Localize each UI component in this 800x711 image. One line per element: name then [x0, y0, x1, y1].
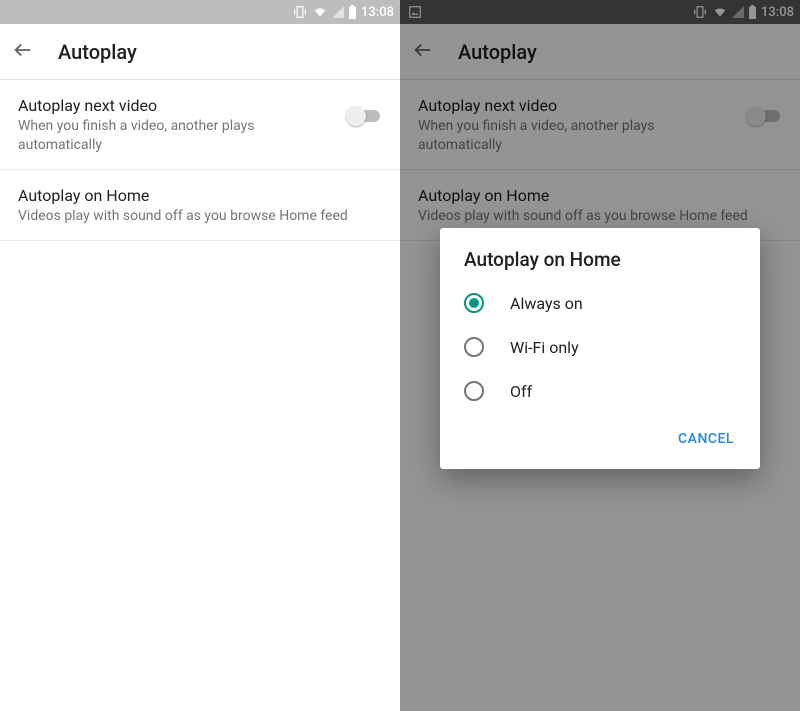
radio-icon [464, 337, 484, 357]
clock: 13:08 [361, 5, 394, 20]
option-label: Always on [510, 294, 583, 313]
dialog-title: Autoplay on Home [440, 248, 760, 281]
appbar: Autoplay [0, 24, 400, 80]
cancel-button[interactable]: CANCEL [668, 423, 744, 455]
radio-icon [464, 293, 484, 313]
toggle-autoplay-next[interactable] [346, 106, 382, 126]
signal-icon [332, 6, 344, 18]
setting-title: Autoplay on Home [18, 186, 370, 205]
dialog-autoplay-home: Autoplay on Home Always on Wi-Fi only Of… [440, 228, 760, 469]
battery-icon [348, 5, 357, 19]
option-always-on[interactable]: Always on [440, 281, 760, 325]
setting-subtitle: Videos play with sound off as you browse… [18, 207, 370, 226]
setting-autoplay-next[interactable]: Autoplay next video When you finish a vi… [0, 80, 400, 170]
page-title: Autoplay [58, 40, 137, 64]
screen-settings-dialog: 13:08 Autoplay Autoplay next video When … [400, 0, 800, 711]
setting-autoplay-home[interactable]: Autoplay on Home Videos play with sound … [0, 170, 400, 241]
statusbar: 13:08 [0, 0, 400, 24]
option-label: Wi-Fi only [510, 338, 579, 357]
vibrate-icon [292, 5, 308, 19]
option-label: Off [510, 382, 532, 401]
setting-subtitle: When you finish a video, another plays a… [18, 117, 334, 155]
screen-settings: 13:08 Autoplay Autoplay next video When … [0, 0, 400, 711]
setting-title: Autoplay next video [18, 96, 334, 115]
option-off[interactable]: Off [440, 369, 760, 413]
radio-icon [464, 381, 484, 401]
wifi-icon [312, 5, 328, 19]
back-icon[interactable] [12, 39, 34, 65]
option-wifi-only[interactable]: Wi-Fi only [440, 325, 760, 369]
settings-list: Autoplay next video When you finish a vi… [0, 80, 400, 241]
